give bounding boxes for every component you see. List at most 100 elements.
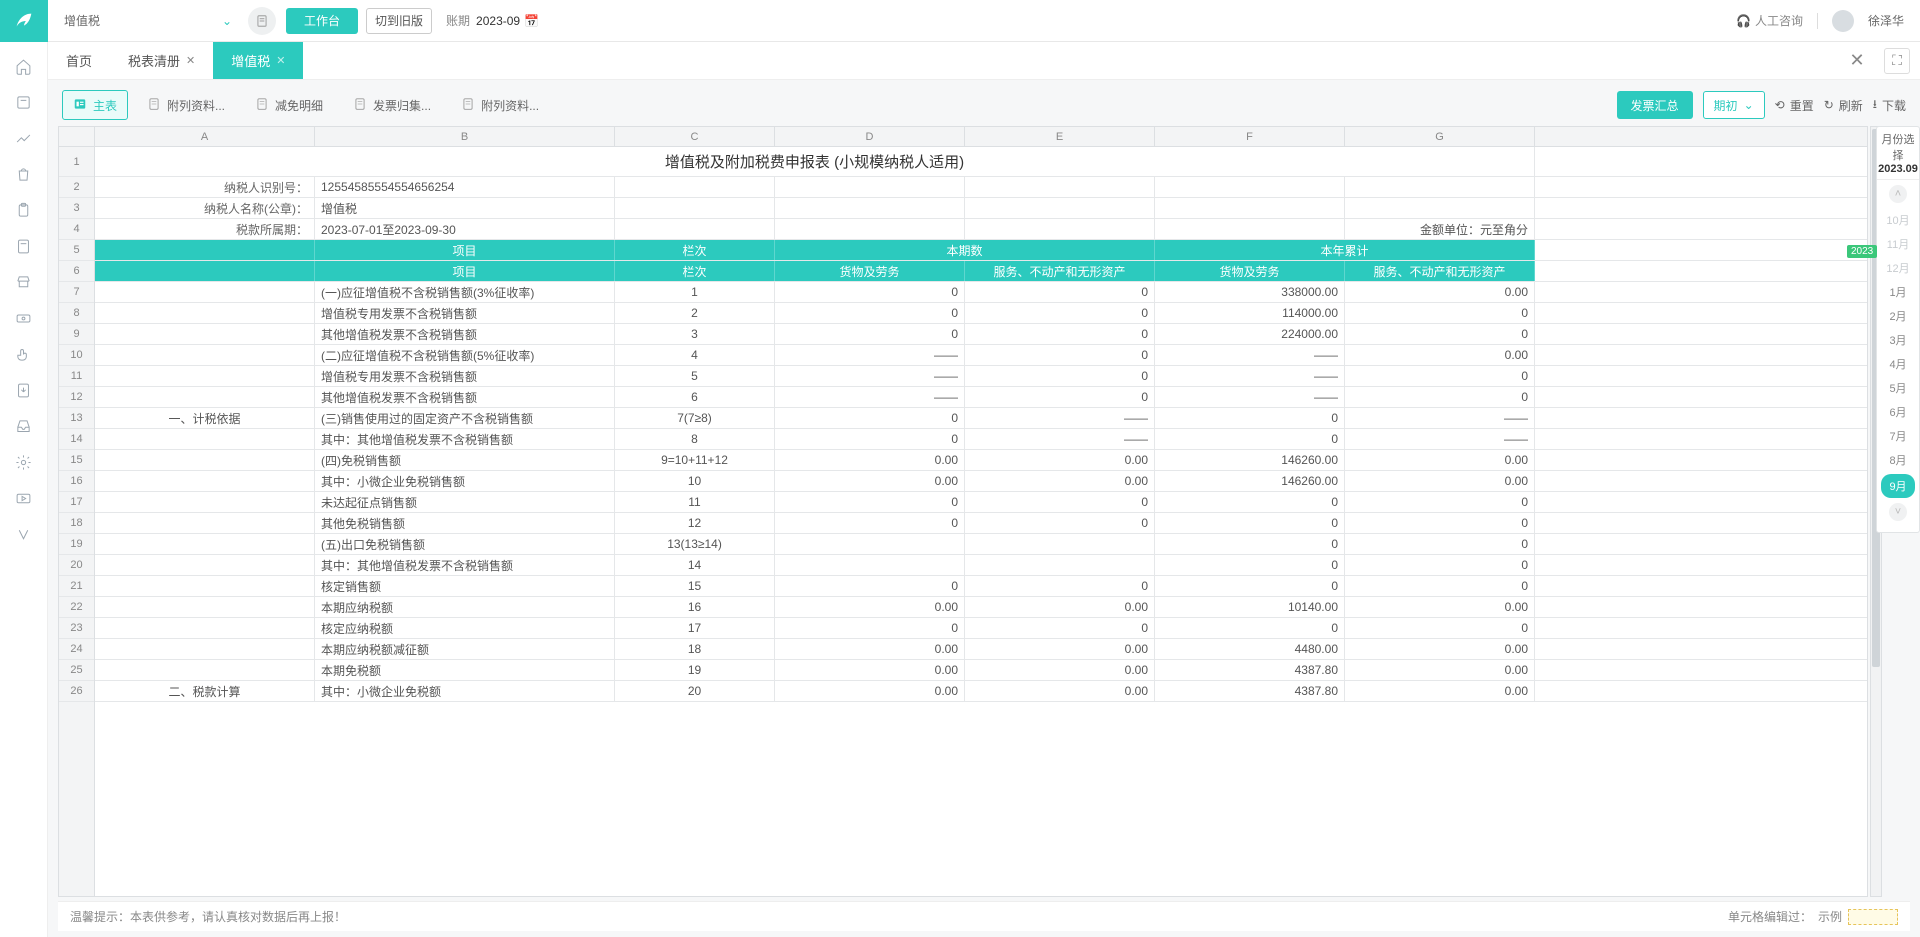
cell[interactable]	[95, 639, 315, 659]
month-option[interactable]: 6月	[1877, 400, 1919, 424]
cell[interactable]: 0	[775, 618, 965, 638]
cell[interactable]	[95, 261, 315, 281]
cell[interactable]: ——	[775, 345, 965, 365]
cell[interactable]: 税款所属期：	[95, 219, 315, 239]
cell[interactable]: 8	[615, 429, 775, 449]
cell[interactable]: 二、税款计算	[95, 681, 315, 701]
cell[interactable]: 0	[965, 282, 1155, 302]
cell[interactable]: 纳税人名称(公章)：	[95, 198, 315, 218]
cell[interactable]: 0	[965, 492, 1155, 512]
cell[interactable]: 纳税人识别号：	[95, 177, 315, 197]
cell[interactable]: 0	[1345, 492, 1535, 512]
cell[interactable]	[775, 219, 965, 239]
cell[interactable]	[95, 576, 315, 596]
download-button[interactable]: ⭳下载	[1873, 95, 1906, 116]
cell[interactable]: 0	[775, 429, 965, 449]
cell[interactable]	[95, 387, 315, 407]
cell[interactable]: 0.00	[775, 597, 965, 617]
cell[interactable]	[1155, 219, 1345, 239]
cell[interactable]: 146260.00	[1155, 450, 1345, 470]
cell[interactable]	[95, 303, 315, 323]
col-header-g[interactable]: G	[1345, 127, 1535, 146]
col-header-e[interactable]: E	[965, 127, 1155, 146]
reset-button[interactable]: ⟲重置	[1775, 97, 1814, 114]
cell[interactable]	[95, 282, 315, 302]
cell[interactable]: 0	[1345, 366, 1535, 386]
sidebar-book[interactable]	[6, 86, 42, 118]
cell[interactable]: (一)应征增值税不含税销售额(3%征收率)	[315, 282, 615, 302]
cell[interactable]: 0	[965, 576, 1155, 596]
cell[interactable]: 0	[1155, 618, 1345, 638]
cell[interactable]: 0.00	[965, 450, 1155, 470]
company-selector[interactable]: 增值税 ⌄	[48, 12, 248, 29]
cell[interactable]: 0.00	[775, 660, 965, 680]
cell[interactable]: 0.00	[965, 660, 1155, 680]
month-option[interactable]: 1月	[1877, 280, 1919, 304]
cell[interactable]: 0	[1155, 429, 1345, 449]
sidebar-chart[interactable]	[6, 122, 42, 154]
cell[interactable]: 0	[965, 513, 1155, 533]
row-header[interactable]: 13	[59, 408, 94, 429]
cell[interactable]: 0	[965, 387, 1155, 407]
cell[interactable]	[95, 240, 315, 260]
row-header[interactable]: 20	[59, 555, 94, 576]
sidebar-bag[interactable]	[6, 158, 42, 190]
row-header[interactable]: 12	[59, 387, 94, 408]
cell[interactable]	[965, 555, 1155, 575]
cell[interactable]: 本年累计	[1155, 240, 1535, 260]
cell[interactable]: 其他增值税发票不含税销售额	[315, 324, 615, 344]
cell[interactable]	[1155, 198, 1345, 218]
cell[interactable]: 栏次	[615, 261, 775, 281]
row-header[interactable]: 9	[59, 324, 94, 345]
cell[interactable]: 增值税及附加税费申报表 (小规模纳税人适用)	[95, 147, 1535, 176]
month-option[interactable]: 11月	[1877, 232, 1919, 256]
row-header[interactable]: 24	[59, 639, 94, 660]
cell[interactable]: 0.00	[775, 639, 965, 659]
cell[interactable]: 0	[965, 618, 1155, 638]
cell[interactable]: 0	[1345, 534, 1535, 554]
cell[interactable]: 0	[1345, 576, 1535, 596]
cell[interactable]	[615, 198, 775, 218]
cell[interactable]	[95, 513, 315, 533]
cell[interactable]: 146260.00	[1155, 471, 1345, 491]
sidebar-settings[interactable]	[6, 446, 42, 478]
cell[interactable]: 货物及劳务	[1155, 261, 1345, 281]
cell[interactable]: 未达起征点销售额	[315, 492, 615, 512]
row-header[interactable]: 16	[59, 471, 94, 492]
cell[interactable]: 0.00	[1345, 471, 1535, 491]
cell[interactable]: 0.00	[1345, 639, 1535, 659]
cell[interactable]: 其中：小微企业免税额	[315, 681, 615, 701]
consult-link[interactable]: 🎧 人工咨询	[1736, 12, 1803, 29]
col-header-a[interactable]: A	[95, 127, 315, 146]
cell[interactable]: ——	[1155, 387, 1345, 407]
sidebar-export[interactable]	[6, 374, 42, 406]
col-header-d[interactable]: D	[775, 127, 965, 146]
cell[interactable]: 本期应纳税额	[315, 597, 615, 617]
cell[interactable]: 2	[615, 303, 775, 323]
cell[interactable]: ——	[775, 366, 965, 386]
sidebar-calc[interactable]	[6, 230, 42, 262]
sidebar-money[interactable]	[6, 302, 42, 334]
cell[interactable]: 一、计税依据	[95, 408, 315, 428]
cell[interactable]: 0	[1155, 492, 1345, 512]
cell[interactable]: 0	[1155, 408, 1345, 428]
cell[interactable]: 0	[1345, 555, 1535, 575]
avatar[interactable]	[1832, 10, 1854, 32]
cell[interactable]: 4387.80	[1155, 660, 1345, 680]
cell[interactable]: 0	[965, 324, 1155, 344]
cell[interactable]: 其中：其他增值税发票不含税销售额	[315, 429, 615, 449]
workbench-button[interactable]: 工作台	[286, 8, 358, 34]
cell[interactable]: 0.00	[965, 471, 1155, 491]
cell[interactable]: 224000.00	[1155, 324, 1345, 344]
cell[interactable]: 0.00	[1345, 597, 1535, 617]
cell[interactable]	[965, 198, 1155, 218]
cell[interactable]: 0.00	[1345, 660, 1535, 680]
cell[interactable]: 6	[615, 387, 775, 407]
cell[interactable]: 0	[775, 576, 965, 596]
row-header[interactable]: 4	[59, 219, 94, 240]
subtab[interactable]: 减免明细	[244, 90, 334, 120]
tab-税表清册[interactable]: 税表清册✕	[110, 42, 213, 79]
cell[interactable]: 0.00	[1345, 282, 1535, 302]
row-header[interactable]: 23	[59, 618, 94, 639]
cell[interactable]: 服务、不动产和无形资产	[1345, 261, 1535, 281]
